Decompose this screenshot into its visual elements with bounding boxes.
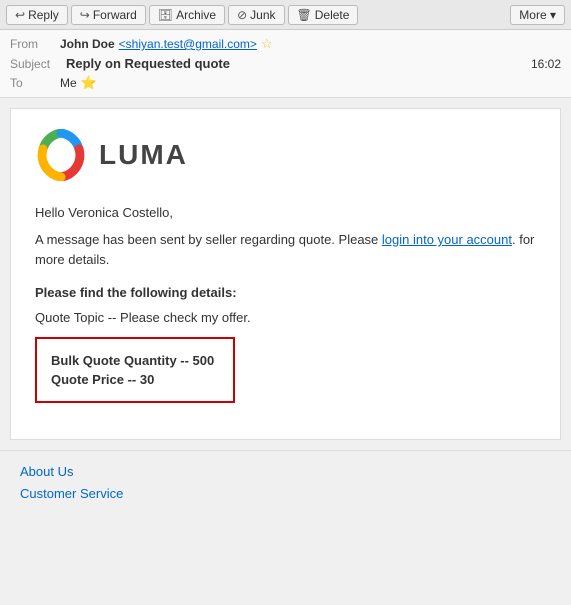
email-header: From John Doe <shiyan.test@gmail.com> ☆ … xyxy=(0,30,571,98)
subject-label: Subject xyxy=(10,57,60,71)
from-email[interactable]: <shiyan.test@gmail.com> xyxy=(119,37,257,51)
more-label: More ▾ xyxy=(519,8,556,22)
archive-button[interactable]: 🗄 Archive xyxy=(149,5,225,25)
login-link[interactable]: login into your account xyxy=(382,232,512,247)
luma-brand-text: LUMA xyxy=(99,139,188,171)
quote-price: Quote Price -- 30 xyxy=(51,372,219,387)
greeting-text: Hello Veronica Costello, xyxy=(35,205,536,220)
to-name: Me xyxy=(60,76,77,90)
to-row: To Me ⭐ xyxy=(10,73,561,93)
subject-row: Subject Reply on Requested quote 16:02 xyxy=(10,54,561,73)
more-button[interactable]: More ▾ xyxy=(510,5,565,25)
toolbar: ↩ Reply ↪ Forward 🗄 Archive ⊘ Junk 🗑 Del… xyxy=(0,0,571,30)
delete-button[interactable]: 🗑 Delete xyxy=(288,5,359,25)
from-row: From John Doe <shiyan.test@gmail.com> ☆ xyxy=(10,34,561,54)
quote-details-box: Bulk Quote Quantity -- 500 Quote Price -… xyxy=(35,337,235,403)
luma-logo-icon xyxy=(35,129,87,181)
bulk-quote-quantity: Bulk Quote Quantity -- 500 xyxy=(51,353,219,368)
junk-icon: ⊘ xyxy=(237,8,247,22)
customer-service-link[interactable]: Customer Service xyxy=(20,483,551,505)
forward-icon: ↪ xyxy=(80,8,90,22)
email-body: LUMA Hello Veronica Costello, A message … xyxy=(10,108,561,440)
reply-label: Reply xyxy=(28,8,59,22)
junk-label: Junk xyxy=(250,8,275,22)
subject-text: Reply on Requested quote xyxy=(66,56,230,71)
delete-icon: 🗑 xyxy=(297,8,312,22)
delete-label: Delete xyxy=(315,8,350,22)
forward-button[interactable]: ↪ Forward xyxy=(71,5,146,25)
message-text: A message has been sent by seller regard… xyxy=(35,230,536,269)
quote-topic: Quote Topic -- Please check my offer. xyxy=(35,310,536,325)
junk-button[interactable]: ⊘ Junk xyxy=(228,5,284,25)
email-content-area[interactable]: LUMA Hello Veronica Costello, A message … xyxy=(0,98,571,605)
reply-button[interactable]: ↩ Reply xyxy=(6,5,68,25)
to-label: To xyxy=(10,76,60,90)
email-time: 16:02 xyxy=(531,57,561,71)
forward-label: Forward xyxy=(93,8,137,22)
email-footer: About Us Customer Service xyxy=(0,450,571,515)
to-star-icon: ⭐ xyxy=(81,75,97,91)
details-header: Please find the following details: xyxy=(35,285,536,300)
message-part1: A message has been sent by seller regard… xyxy=(35,232,382,247)
star-icon[interactable]: ☆ xyxy=(261,36,273,52)
from-name: John Doe xyxy=(60,37,115,51)
archive-label: Archive xyxy=(176,8,216,22)
reply-icon: ↩ xyxy=(15,8,25,22)
archive-icon: 🗄 xyxy=(158,8,173,22)
about-us-link[interactable]: About Us xyxy=(20,461,551,483)
luma-logo: LUMA xyxy=(35,129,536,181)
from-label: From xyxy=(10,37,60,51)
